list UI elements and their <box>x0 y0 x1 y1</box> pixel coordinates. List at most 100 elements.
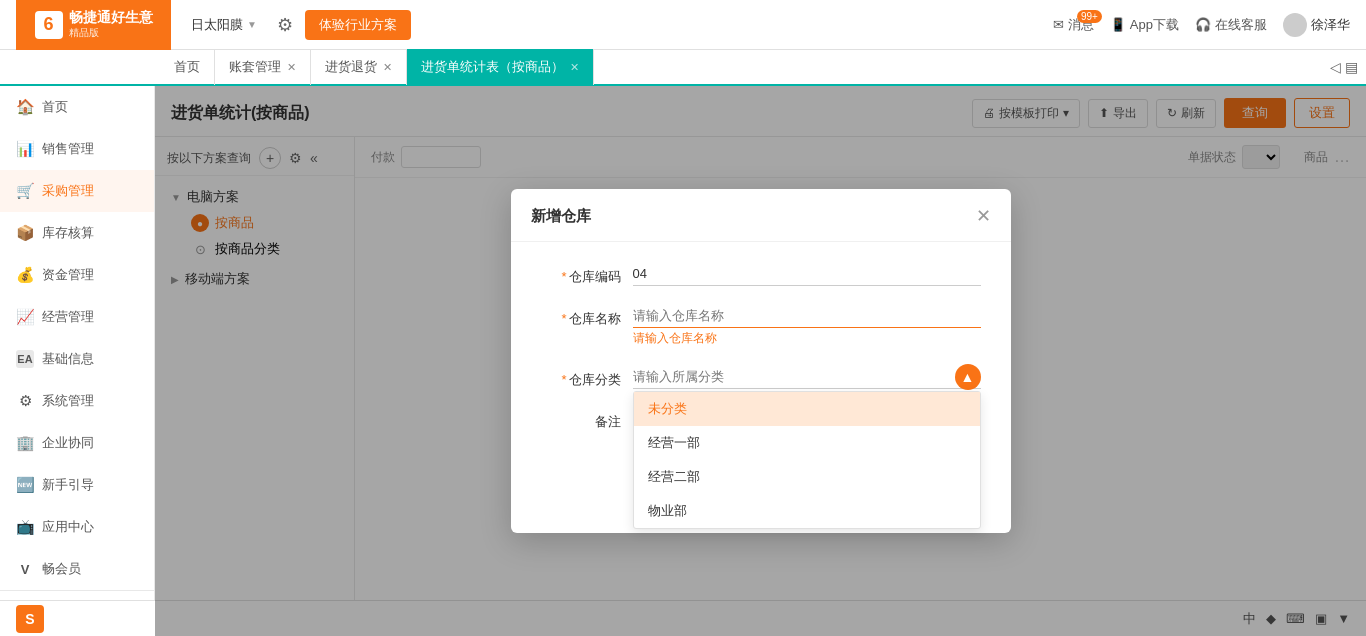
gear-icon[interactable]: ⚙ <box>277 14 293 36</box>
sidebar-label-finance: 资金管理 <box>42 266 94 284</box>
category-select-wrap: ▲ 未分类 经营一部 经营二部 物业部 <box>633 365 981 389</box>
tab-account-label: 账套管理 <box>229 58 281 76</box>
home-icon: 🏠 <box>16 98 34 116</box>
form-row-name: *仓库名称 请输入仓库名称 <box>541 304 981 347</box>
system-icon: ⚙ <box>16 392 34 410</box>
online-service-item[interactable]: 🎧 在线客服 <box>1195 16 1267 34</box>
basic-info-icon: EA <box>16 350 34 368</box>
tab-account-close-icon[interactable]: ✕ <box>287 61 296 74</box>
finance-icon: 💰 <box>16 266 34 284</box>
dropdown-item-dept1[interactable]: 经营一部 <box>634 426 980 460</box>
category-input[interactable] <box>633 365 981 389</box>
tab-stats-close-icon[interactable]: ✕ <box>570 61 579 74</box>
sidebar-label-guide: 新手引导 <box>42 476 94 494</box>
tab-menu-button[interactable]: ▤ <box>1345 59 1358 75</box>
tab-returns-label: 进货退货 <box>325 58 377 76</box>
bottom-left-icons: S <box>16 605 44 633</box>
appcenter-icon: 📺 <box>16 518 34 536</box>
tab-account[interactable]: 账套管理 ✕ <box>215 49 311 85</box>
name-label: *仓库名称 <box>541 304 621 328</box>
modal-title: 新增仓库 <box>531 207 591 226</box>
dropdown-item-dept2[interactable]: 经营二部 <box>634 460 980 494</box>
tab-home[interactable]: 首页 <box>160 49 215 85</box>
user-name: 徐泽华 <box>1311 16 1350 34</box>
app-download-label: App下载 <box>1130 16 1179 34</box>
message-item[interactable]: ✉ 消息 99+ <box>1053 16 1094 34</box>
sidebar-item-basic-info[interactable]: EA 基础信息 <box>0 338 154 380</box>
store-select[interactable]: 日太阳膜 ▼ <box>183 12 265 38</box>
tab-stats[interactable]: 进货单统计表（按商品） ✕ <box>407 49 594 85</box>
tab-stats-label: 进货单统计表（按商品） <box>421 58 564 76</box>
sidebar: 🏠 首页 📊 销售管理 🛒 采购管理 📦 库存核算 💰 资金管理 📈 经营管理 … <box>0 86 155 636</box>
sidebar-item-guide[interactable]: 🆕 新手引导 <box>0 464 154 506</box>
sidebar-label-basic-info: 基础信息 <box>42 350 94 368</box>
headset-icon: 🎧 <box>1195 17 1211 32</box>
sidebar-label-system: 系统管理 <box>42 392 94 410</box>
s-logo: S <box>16 605 44 633</box>
sidebar-item-purchase[interactable]: 🛒 采购管理 <box>0 170 154 212</box>
tab-home-label: 首页 <box>174 58 200 76</box>
category-label: *仓库分类 <box>541 365 621 389</box>
sidebar-item-member[interactable]: V 畅会员 <box>0 548 154 590</box>
tab-controls: ◁ ▤ <box>1330 59 1366 75</box>
sidebar-label-sales: 销售管理 <box>42 140 94 158</box>
modal-body: *仓库编码 *仓库名称 请输入仓库名称 <box>511 242 1011 469</box>
modal-overlay[interactable]: 新增仓库 ✕ *仓库编码 *仓库名称 <box>155 86 1366 636</box>
warehouse-name-input[interactable] <box>633 304 981 328</box>
tab-prev-button[interactable]: ◁ <box>1330 59 1341 75</box>
form-row-code: *仓库编码 <box>541 262 981 286</box>
category-toggle-button[interactable]: ▲ <box>955 364 981 390</box>
enterprise-icon: 🏢 <box>16 434 34 452</box>
dropdown-item-uncategorized[interactable]: 未分类 <box>634 392 980 426</box>
name-input-wrap: 请输入仓库名称 <box>633 304 981 347</box>
operations-icon: 📈 <box>16 308 34 326</box>
sidebar-item-appcenter[interactable]: 📺 应用中心 <box>0 506 154 548</box>
member-icon: V <box>16 560 34 578</box>
sidebar-label-enterprise: 企业协同 <box>42 434 94 452</box>
message-badge: 99+ <box>1077 10 1102 23</box>
logo-text: 畅捷通好生意 <box>69 9 153 26</box>
logo-area: 6 畅捷通好生意 精品版 <box>16 0 171 50</box>
guide-icon: 🆕 <box>16 476 34 494</box>
form-row-category: *仓库分类 ▲ 未分类 经营一部 经营二部 物业部 <box>541 365 981 389</box>
user-item[interactable]: 徐泽华 <box>1283 13 1350 37</box>
online-service-label: 在线客服 <box>1215 16 1267 34</box>
main-layout: 🏠 首页 📊 销售管理 🛒 采购管理 📦 库存核算 💰 资金管理 📈 经营管理 … <box>0 86 1366 636</box>
message-icon: ✉ <box>1053 17 1064 32</box>
sidebar-item-sales[interactable]: 📊 销售管理 <box>0 128 154 170</box>
phone-icon: 📱 <box>1110 17 1126 32</box>
modal-header: 新增仓库 ✕ <box>511 189 1011 242</box>
sidebar-label-inventory: 库存核算 <box>42 224 94 242</box>
sidebar-item-operations[interactable]: 📈 经营管理 <box>0 296 154 338</box>
user-icon <box>1283 13 1307 37</box>
sidebar-item-home[interactable]: 🏠 首页 <box>0 86 154 128</box>
sidebar-item-enterprise[interactable]: 🏢 企业协同 <box>0 422 154 464</box>
modal-close-button[interactable]: ✕ <box>976 205 991 227</box>
category-dropdown: 未分类 经营一部 经营二部 物业部 <box>633 391 981 529</box>
logo-sub: 精品版 <box>69 26 153 40</box>
sidebar-label-operations: 经营管理 <box>42 308 94 326</box>
modal-new-warehouse: 新增仓库 ✕ *仓库编码 *仓库名称 <box>511 189 1011 533</box>
content-area: 进货单统计(按商品) 🖨 按模板打印 ▾ ⬆ 导出 ↻ 刷新 查询 设置 <box>155 86 1366 636</box>
dropdown-item-property[interactable]: 物业部 <box>634 494 980 528</box>
purchase-icon: 🛒 <box>16 182 34 200</box>
tab-bar: 首页 账套管理 ✕ 进货退货 ✕ 进货单统计表（按商品） ✕ ◁ ▤ <box>0 50 1366 86</box>
logo-icon: 6 <box>35 11 63 39</box>
name-error-msg: 请输入仓库名称 <box>633 330 981 347</box>
store-name: 日太阳膜 <box>191 16 243 34</box>
sidebar-label-purchase: 采购管理 <box>42 182 94 200</box>
sidebar-label-home: 首页 <box>42 98 68 116</box>
code-label: *仓库编码 <box>541 262 621 286</box>
app-download-item[interactable]: 📱 App下载 <box>1110 16 1179 34</box>
sidebar-item-system[interactable]: ⚙ 系统管理 <box>0 380 154 422</box>
sidebar-item-inventory[interactable]: 📦 库存核算 <box>0 212 154 254</box>
top-header: 6 畅捷通好生意 精品版 日太阳膜 ▼ ⚙ 体验行业方案 ✉ 消息 99+ 📱 … <box>0 0 1366 50</box>
sidebar-item-finance[interactable]: 💰 资金管理 <box>0 254 154 296</box>
experience-button[interactable]: 体验行业方案 <box>305 10 411 40</box>
tab-returns-close-icon[interactable]: ✕ <box>383 61 392 74</box>
warehouse-code-input[interactable] <box>633 262 981 286</box>
sidebar-label-member: 畅会员 <box>42 560 81 578</box>
sales-icon: 📊 <box>16 140 34 158</box>
chevron-down-icon: ▼ <box>247 19 257 30</box>
tab-returns[interactable]: 进货退货 ✕ <box>311 49 407 85</box>
